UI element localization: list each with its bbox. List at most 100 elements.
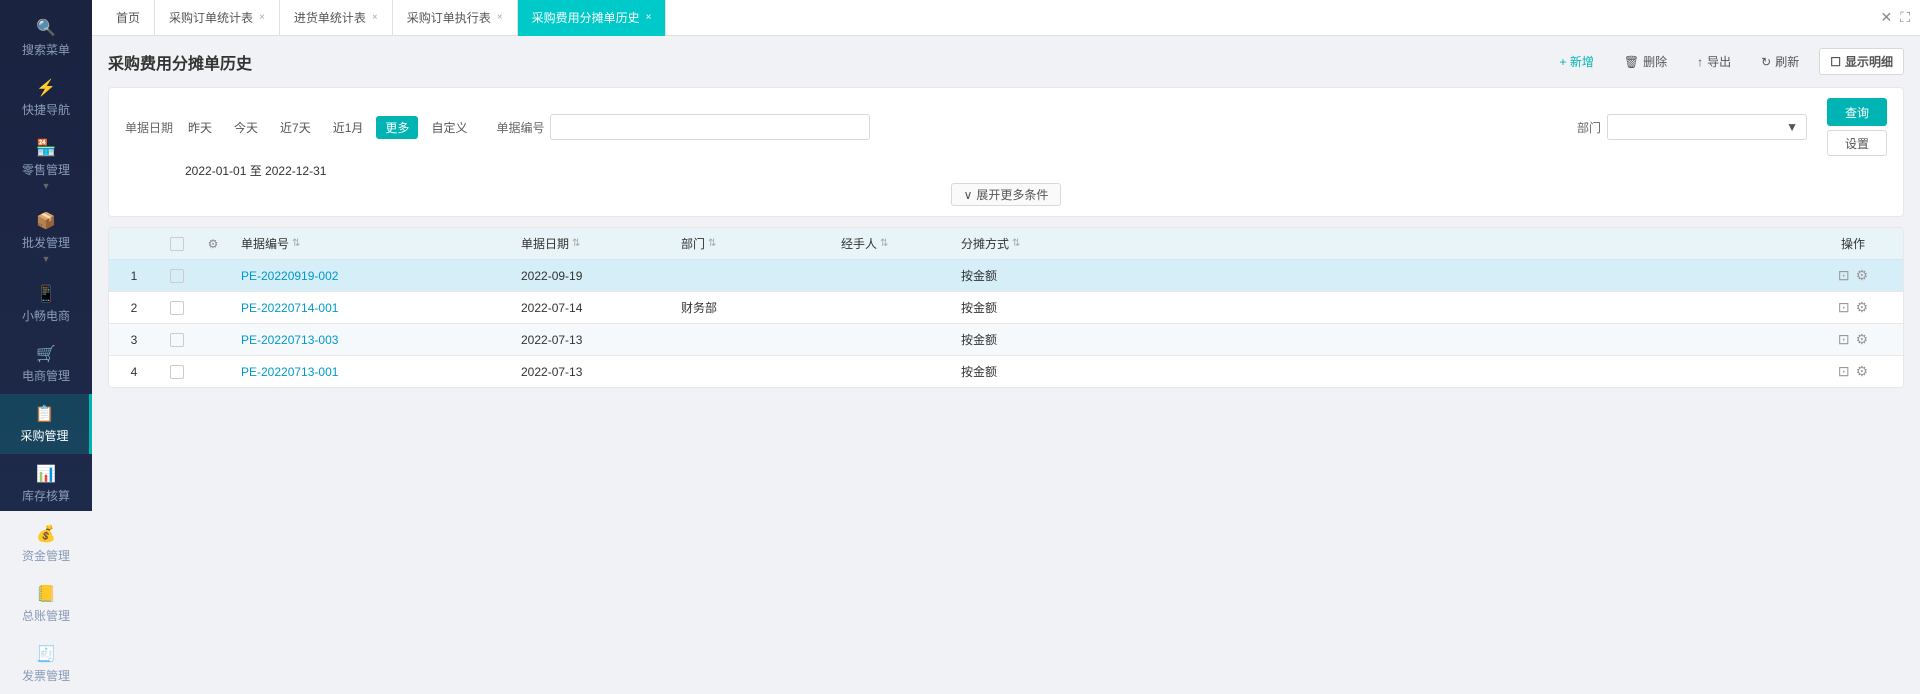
sidebar-item-finance[interactable]: 💰 资金管理: [0, 514, 92, 574]
doc-link[interactable]: PE-20220713-001: [241, 365, 338, 379]
date-btn-today[interactable]: 今天: [225, 116, 267, 139]
cell-action: ⊡ ⚙: [1803, 292, 1903, 323]
cell-check[interactable]: [159, 356, 195, 387]
cell-check[interactable]: [159, 260, 195, 291]
sidebar-item-label: 资金管理: [22, 547, 70, 564]
dept-filter-label: 部门: [1577, 119, 1601, 136]
dept-select[interactable]: ▼: [1607, 114, 1807, 140]
main-area: 首页 采购订单统计表 × 进货单统计表 × 采购订单执行表 × 采购费用分摊单历…: [92, 0, 1920, 511]
row-checkbox[interactable]: [170, 269, 184, 283]
date-btn-custom[interactable]: 自定义: [422, 116, 476, 139]
cell-dept: [671, 356, 831, 387]
purchase-icon: 📋: [35, 404, 55, 424]
col-header-splitmode: 分摊方式 ⇅: [951, 228, 1803, 259]
show-columns-button[interactable]: ☐ 显示明细: [1819, 48, 1904, 75]
tab-purchase-order-exec[interactable]: 采购订单执行表 ×: [393, 0, 518, 36]
sidebar-item-invoice[interactable]: 🧾 发票管理: [0, 634, 92, 694]
cell-dept: 财务部: [671, 292, 831, 323]
cell-docno: PE-20220713-003: [231, 324, 511, 355]
tab-label: 采购费用分摊单历史: [532, 9, 640, 26]
sidebar-item-miniapp[interactable]: 📱 小畅电商: [0, 274, 92, 334]
cell-dept: [671, 260, 831, 291]
sidebar-item-wholesale[interactable]: 📦 批发管理 ▼: [0, 201, 92, 274]
doc-link[interactable]: PE-20220714-001: [241, 301, 338, 315]
tab-close-icon[interactable]: ×: [372, 12, 378, 23]
docno-input[interactable]: [550, 114, 870, 140]
cell-date: 2022-07-13: [511, 356, 671, 387]
row-checkbox[interactable]: [170, 333, 184, 347]
sidebar-item-label: 发票管理: [22, 667, 70, 684]
doc-link[interactable]: PE-20220919-002: [241, 269, 338, 283]
date-btn-more[interactable]: 更多: [376, 116, 418, 139]
sidebar-item-quicknav[interactable]: ⚡ 快捷导航: [0, 68, 92, 128]
view-icon[interactable]: ⊡: [1838, 363, 1850, 380]
sidebar-item-purchase[interactable]: 📋 采购管理: [0, 394, 92, 454]
sidebar-item-inventory[interactable]: 📊 库存核算: [0, 454, 92, 514]
sidebar: 🔍 搜索菜单 ⚡ 快捷导航 🏪 零售管理 ▼ 📦 批发管理 ▼ 📱 小畅电商 🛒…: [0, 0, 92, 511]
row-checkbox[interactable]: [170, 301, 184, 315]
close-all-icon[interactable]: ✕: [1880, 9, 1892, 26]
doc-link[interactable]: PE-20220713-003: [241, 333, 338, 347]
refresh-button[interactable]: ↻ 刷新: [1751, 49, 1809, 74]
cell-date: 2022-07-13: [511, 324, 671, 355]
page-title: 采购费用分摊单历史: [108, 50, 252, 74]
dept-filter: 部门 ▼: [1577, 114, 1807, 140]
maximize-icon[interactable]: ⛶: [1900, 9, 1910, 26]
export-button[interactable]: ↑ 导出: [1687, 49, 1741, 74]
query-button[interactable]: 查询: [1827, 98, 1887, 126]
tab-close-icon[interactable]: ×: [497, 12, 503, 23]
cell-check[interactable]: [159, 324, 195, 355]
docno-filter-label: 单据编号: [496, 119, 544, 136]
sort-icon[interactable]: ⇅: [1012, 238, 1020, 249]
checkbox-icon: ☐: [1830, 55, 1841, 69]
cell-settings: [195, 356, 231, 387]
delete-button[interactable]: 🗑 删除: [1614, 49, 1677, 74]
date-btn-7days[interactable]: 近7天: [271, 116, 320, 139]
col-header-settings[interactable]: ⚙: [195, 228, 231, 259]
sort-icon[interactable]: ⇅: [708, 238, 716, 249]
view-icon[interactable]: ⊡: [1838, 267, 1850, 284]
view-icon[interactable]: ⊡: [1838, 299, 1850, 316]
row-checkbox[interactable]: [170, 365, 184, 379]
wholesale-icon: 📦: [36, 211, 56, 231]
cell-handler: [831, 292, 951, 323]
edit-icon[interactable]: ⚙: [1856, 299, 1869, 316]
date-btn-1month[interactable]: 近1月: [324, 116, 373, 139]
sidebar-item-search[interactable]: 🔍 搜索菜单: [0, 8, 92, 68]
table-row: 1 PE-20220919-002 2022-09-19 按金额 ⊡ ⚙: [109, 260, 1903, 292]
cell-check[interactable]: [159, 292, 195, 323]
tab-home[interactable]: 首页: [102, 0, 155, 36]
sidebar-item-ledger[interactable]: 📒 总账管理: [0, 574, 92, 634]
table-header: ⚙ 单据编号 ⇅ 单据日期 ⇅ 部门 ⇅ 经手人 ⇅: [109, 228, 1903, 260]
toolbar: + 新增 🗑 删除 ↑ 导出 ↻ 刷新 ☐ 显示明细: [1550, 48, 1904, 75]
date-filter-label: 单据日期: [125, 119, 173, 136]
setting-button[interactable]: 设置: [1827, 130, 1887, 156]
tab-close-icon[interactable]: ×: [259, 12, 265, 23]
chevron-down-icon: ∨: [964, 188, 973, 202]
tab-purchase-order-stats[interactable]: 采购订单统计表 ×: [155, 0, 280, 36]
table-row: 4 PE-20220713-001 2022-07-13 按金额 ⊡ ⚙: [109, 356, 1903, 387]
tab-inbound-stats[interactable]: 进货单统计表 ×: [280, 0, 393, 36]
date-btn-yesterday[interactable]: 昨天: [179, 116, 221, 139]
tab-close-icon[interactable]: ×: [646, 12, 652, 23]
sidebar-item-retail[interactable]: 🏪 零售管理 ▼: [0, 128, 92, 201]
sort-icon[interactable]: ⇅: [292, 238, 300, 249]
chevron-down-icon: ▼: [42, 254, 51, 264]
search-icon: 🔍: [36, 18, 56, 38]
expand-more-button[interactable]: ∨ 展开更多条件: [951, 183, 1062, 206]
col-header-check[interactable]: [159, 228, 195, 259]
add-button[interactable]: + 新增: [1550, 49, 1604, 74]
select-all-checkbox[interactable]: [170, 237, 184, 251]
tab-purchase-cost-split[interactable]: 采购费用分摊单历史 ×: [518, 0, 667, 36]
edit-icon[interactable]: ⚙: [1856, 267, 1869, 284]
settings-gear-icon[interactable]: ⚙: [208, 237, 219, 251]
sidebar-item-ecommerce[interactable]: 🛒 电商管理: [0, 334, 92, 394]
edit-icon[interactable]: ⚙: [1856, 363, 1869, 380]
data-table: ⚙ 单据编号 ⇅ 单据日期 ⇅ 部门 ⇅ 经手人 ⇅: [108, 227, 1904, 388]
cell-seq: 3: [109, 324, 159, 355]
sort-icon[interactable]: ⇅: [880, 238, 888, 249]
view-icon[interactable]: ⊡: [1838, 331, 1850, 348]
cell-date: 2022-09-19: [511, 260, 671, 291]
sort-icon[interactable]: ⇅: [572, 238, 580, 249]
edit-icon[interactable]: ⚙: [1856, 331, 1869, 348]
